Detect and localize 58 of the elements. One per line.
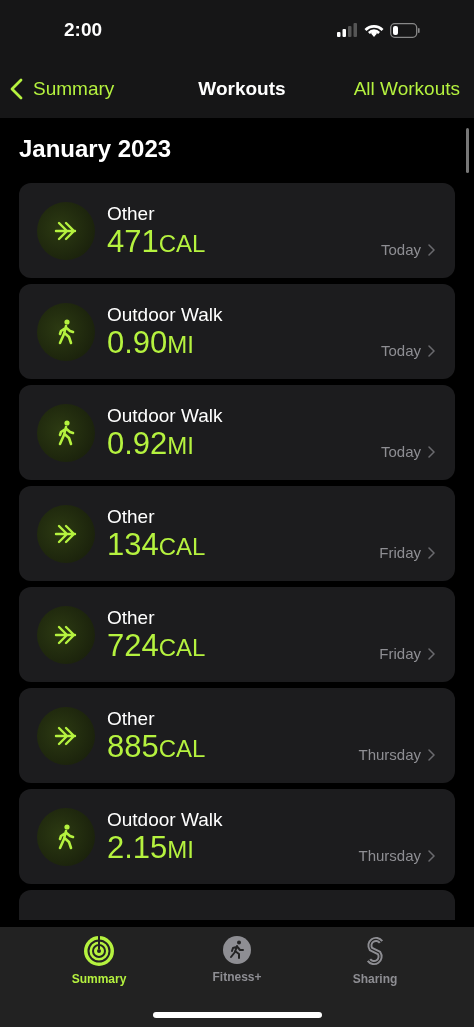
- workout-value: 0.92MI: [107, 427, 195, 462]
- tab[interactable]: Sharing: [330, 935, 420, 986]
- workout-name: Other: [107, 607, 156, 630]
- chevron-icon: [428, 445, 435, 458]
- screen-title: Workouts: [198, 78, 286, 100]
- workout-date: Friday: [379, 544, 421, 561]
- workout-value: 724CAL: [107, 629, 207, 664]
- tab[interactable]: Summary: [54, 935, 144, 986]
- chevron-icon: [428, 546, 435, 559]
- workout-value: 2.15MI: [107, 831, 195, 866]
- workout-card[interactable]: Outdoor Walk 0.90MI Today: [19, 284, 455, 379]
- back-button[interactable]: Summary: [10, 78, 115, 100]
- workout-value: 885CAL: [107, 730, 207, 765]
- workout-date: Today: [380, 241, 421, 258]
- status-time: 2:00: [64, 19, 103, 41]
- workout-name: Other: [107, 203, 156, 226]
- signal-icon: [336, 23, 358, 37]
- workout-name: Outdoor Walk: [107, 809, 224, 832]
- walking-person-icon: [57, 419, 75, 446]
- workout-name: Outdoor Walk: [107, 304, 224, 327]
- chevron-icon: [428, 243, 435, 256]
- workout-date: Friday: [379, 645, 421, 662]
- walking-person-icon: [57, 318, 75, 345]
- workout-card[interactable]: Outdoor Walk 0.92MI Today: [19, 385, 455, 480]
- workout-card[interactable]: Other 471CAL Today: [19, 183, 455, 278]
- chevron-icon: [428, 344, 435, 357]
- workout-value: 0.90MI: [107, 326, 195, 361]
- workout-card[interactable]: Other 885CAL Thursday: [19, 688, 455, 783]
- chevron-icon: [428, 647, 435, 660]
- workout-name: Other: [107, 506, 156, 529]
- double-arrow-icon: [53, 725, 79, 746]
- workout-date: Today: [380, 342, 421, 359]
- double-arrow-icon: [53, 523, 79, 544]
- workout-value: 471CAL: [107, 225, 207, 260]
- section-title: January 2023: [19, 134, 173, 164]
- all-workouts-link[interactable]: All Workouts: [353, 78, 460, 100]
- back-chevron-icon: [10, 78, 23, 100]
- running-person-icon: [222, 935, 252, 965]
- scroll-indicator: [466, 128, 469, 173]
- chevron-icon: [428, 849, 435, 862]
- chevron-icon: [428, 748, 435, 761]
- tab[interactable]: Fitness+: [192, 935, 282, 986]
- workout-card[interactable]: Outdoor Walk 2.15MI Thursday: [19, 789, 455, 884]
- double-arrow-icon: [53, 624, 79, 645]
- workout-name: Other: [107, 708, 156, 731]
- rings-icon: [83, 935, 115, 967]
- workout-date: Thursday: [358, 847, 421, 864]
- workout-value: 134CAL: [107, 528, 207, 563]
- battery-icon: [390, 22, 420, 38]
- walking-person-icon: [57, 823, 75, 850]
- workout-date: Thursday: [358, 746, 421, 763]
- workout-card[interactable]: Other 134CAL Friday: [19, 486, 455, 581]
- workout-name: Outdoor Walk: [107, 405, 224, 428]
- workout-card[interactable]: [19, 890, 455, 920]
- wifi-icon: [364, 22, 384, 38]
- workout-date: Today: [380, 443, 421, 460]
- double-arrow-icon: [53, 220, 79, 241]
- workout-card[interactable]: Other 724CAL Friday: [19, 587, 455, 682]
